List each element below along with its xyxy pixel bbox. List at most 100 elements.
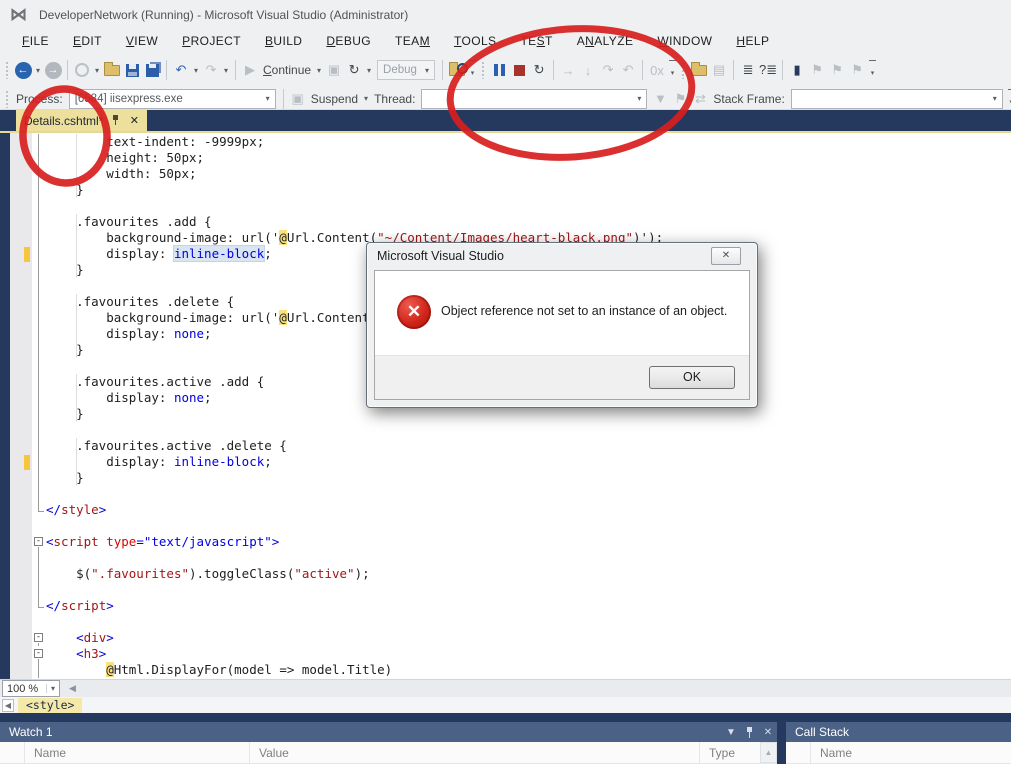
collapse-region-icon[interactable]: - (34, 649, 43, 658)
clear-bookmarks-icon[interactable]: ⚑ (851, 62, 863, 78)
breadcrumb-back-icon[interactable]: ◀ (2, 699, 14, 712)
thread-combo-caret[interactable]: ▾ (632, 94, 646, 103)
continue-icon[interactable]: ▶ (245, 62, 255, 78)
editor-horizontal-scrollbar[interactable]: 100 % ▾ ◀ (0, 679, 1011, 697)
undo-icon[interactable]: ↶ (176, 62, 187, 78)
process-combo-caret[interactable]: ▾ (261, 94, 275, 103)
find-overflow-caret[interactable] (467, 60, 478, 80)
suspend-caret[interactable]: ▾ (361, 94, 371, 103)
navigate-forward-icon[interactable]: → (45, 62, 62, 79)
float-window-icon[interactable]: ▣ (328, 62, 340, 78)
step-into-icon[interactable]: ↓ (585, 63, 592, 78)
collapse-region-icon[interactable]: - (34, 537, 43, 546)
toggle-bookmark-icon[interactable]: ▮ (793, 62, 800, 78)
editor-zoom-combo[interactable]: 100 % ▾ (2, 680, 60, 697)
previous-bookmark-icon[interactable]: ⚑ (811, 62, 823, 78)
stack-frame-combo-caret[interactable]: ▾ (988, 94, 1002, 103)
find-in-files-icon[interactable] (449, 65, 465, 76)
save-all-icon[interactable] (146, 64, 159, 77)
close-tab-icon[interactable]: ✕ (127, 114, 141, 127)
stack-frame-combo[interactable]: ▾ (791, 89, 1003, 109)
watch-column-type[interactable]: Type (700, 742, 760, 763)
debug-overflow-caret[interactable] (667, 60, 678, 80)
watch-pin-icon[interactable] (745, 727, 754, 738)
ok-button[interactable]: OK (649, 366, 735, 389)
dialog-close-button[interactable]: ✕ (711, 247, 741, 265)
menu-item-edit[interactable]: EDIT (61, 32, 114, 50)
solution-configuration-combo-caret[interactable]: ▾ (420, 66, 434, 75)
restart-icon[interactable]: ↻ (349, 62, 360, 78)
menu-item-project[interactable]: PROJECT (170, 32, 253, 50)
watch-column-name[interactable]: Name (25, 742, 250, 763)
process-combo[interactable]: [6584] iisexpress.exe▾ (69, 89, 276, 109)
collapse-region-icon[interactable]: - (34, 633, 43, 642)
watch-scroll-up-icon[interactable]: ▲ (760, 742, 777, 763)
thread-combo[interactable]: ▾ (421, 89, 647, 109)
watch-close-icon[interactable]: ✕ (759, 727, 777, 738)
menu-item-test[interactable]: TEST (508, 32, 564, 50)
thread-filter-icon[interactable]: ▼ (654, 91, 667, 106)
error-message-dialog[interactable]: Microsoft Visual Studio ✕ Object referen… (366, 242, 758, 408)
menu-item-help[interactable]: HELP (724, 32, 781, 50)
watch-title-bar[interactable]: Watch 1 ▼ ✕ (0, 722, 777, 742)
save-icon[interactable] (126, 64, 139, 77)
continue-caret[interactable]: ▾ (314, 66, 324, 75)
suspend-label[interactable]: Suspend (308, 92, 361, 106)
debug-location-overflow-caret[interactable] (1006, 89, 1011, 109)
stop-debugging-icon[interactable] (514, 65, 525, 76)
menu-item-tools[interactable]: TOOLS (442, 32, 508, 50)
next-bookmark-icon[interactable]: ⚑ (831, 62, 843, 78)
navigate-backward-icon[interactable]: ← (15, 62, 32, 79)
show-next-statement-icon[interactable]: → (562, 63, 575, 78)
step-out-icon[interactable]: ↶ (623, 62, 634, 78)
navigate-to-icon[interactable] (691, 65, 707, 76)
restart-debugging-icon[interactable]: ↻ (534, 62, 545, 78)
solution-configuration-combo[interactable]: Debug▾ (377, 60, 435, 80)
window-title-bar[interactable]: ⋈ DeveloperNetwork (Running) - Microsoft… (0, 0, 1011, 30)
menu-item-analyze[interactable]: ANALYZE (565, 32, 646, 50)
texteditor-overflow-caret[interactable] (867, 60, 878, 80)
restart-caret[interactable]: ▾ (364, 66, 374, 75)
redo-icon[interactable]: ↷ (206, 62, 217, 78)
continue-label[interactable]: Continue (260, 63, 314, 77)
navigate-menu-icon[interactable] (75, 63, 89, 77)
menu-item-debug[interactable]: DEBUG (314, 32, 383, 50)
break-all-icon[interactable] (494, 64, 505, 76)
watch-column-value[interactable]: Value (250, 742, 700, 763)
outlining-margin-cell: - (32, 534, 46, 550)
redo-caret[interactable]: ▾ (221, 66, 231, 75)
menu-item-view[interactable]: VIEW (114, 32, 170, 50)
suspend-icon[interactable]: ▣ (292, 91, 304, 107)
toolbar-drag-handle[interactable] (5, 61, 10, 79)
watch-window-menu-caret[interactable]: ▼ (722, 727, 740, 738)
call-stack-column-name[interactable]: Name (811, 742, 1011, 763)
undo-caret[interactable]: ▾ (191, 66, 201, 75)
call-stack-title-bar[interactable]: Call Stack (786, 722, 1011, 742)
outlining-margin-cell (32, 262, 46, 278)
debug-toolbar-drag-handle[interactable] (481, 61, 486, 79)
editor-zoom-caret[interactable]: ▾ (46, 684, 59, 693)
debug-location-drag-handle[interactable] (5, 90, 10, 108)
menu-item-window[interactable]: WINDOW (645, 32, 724, 50)
flagged-threads-icon[interactable]: ⚑ (675, 91, 687, 107)
code-text: <div> (46, 630, 114, 646)
pin-tab-icon[interactable] (111, 115, 120, 126)
menu-item-team[interactable]: TEAM (383, 32, 442, 50)
change-margin-cell (10, 534, 32, 550)
open-file-icon[interactable] (104, 65, 120, 76)
format-lines-icon[interactable]: ?≣ (759, 62, 777, 78)
menu-item-build[interactable]: BUILD (253, 32, 314, 50)
breadcrumb-style-tag[interactable]: <style> (18, 698, 82, 713)
tab-details-cshtml[interactable]: Details.cshtml* ✕ (16, 110, 147, 131)
properties-icon[interactable]: ▤ (713, 62, 725, 78)
menu-item-file[interactable]: FILE (10, 32, 61, 50)
navigate-backward-caret[interactable]: ▾ (33, 66, 43, 75)
scroll-left-icon[interactable]: ◀ (66, 683, 79, 694)
hex-display-icon[interactable]: 0x (650, 63, 664, 78)
text-editor-toolbar-drag-handle[interactable] (681, 61, 686, 79)
suspend-threads-icon[interactable]: ⇄ (695, 91, 706, 107)
outlining-margin-cell (32, 486, 46, 502)
navigate-menu-caret[interactable]: ▾ (92, 66, 102, 75)
step-over-icon[interactable]: ↷ (603, 62, 614, 78)
indent-lines-icon[interactable]: ≣ (743, 62, 754, 78)
